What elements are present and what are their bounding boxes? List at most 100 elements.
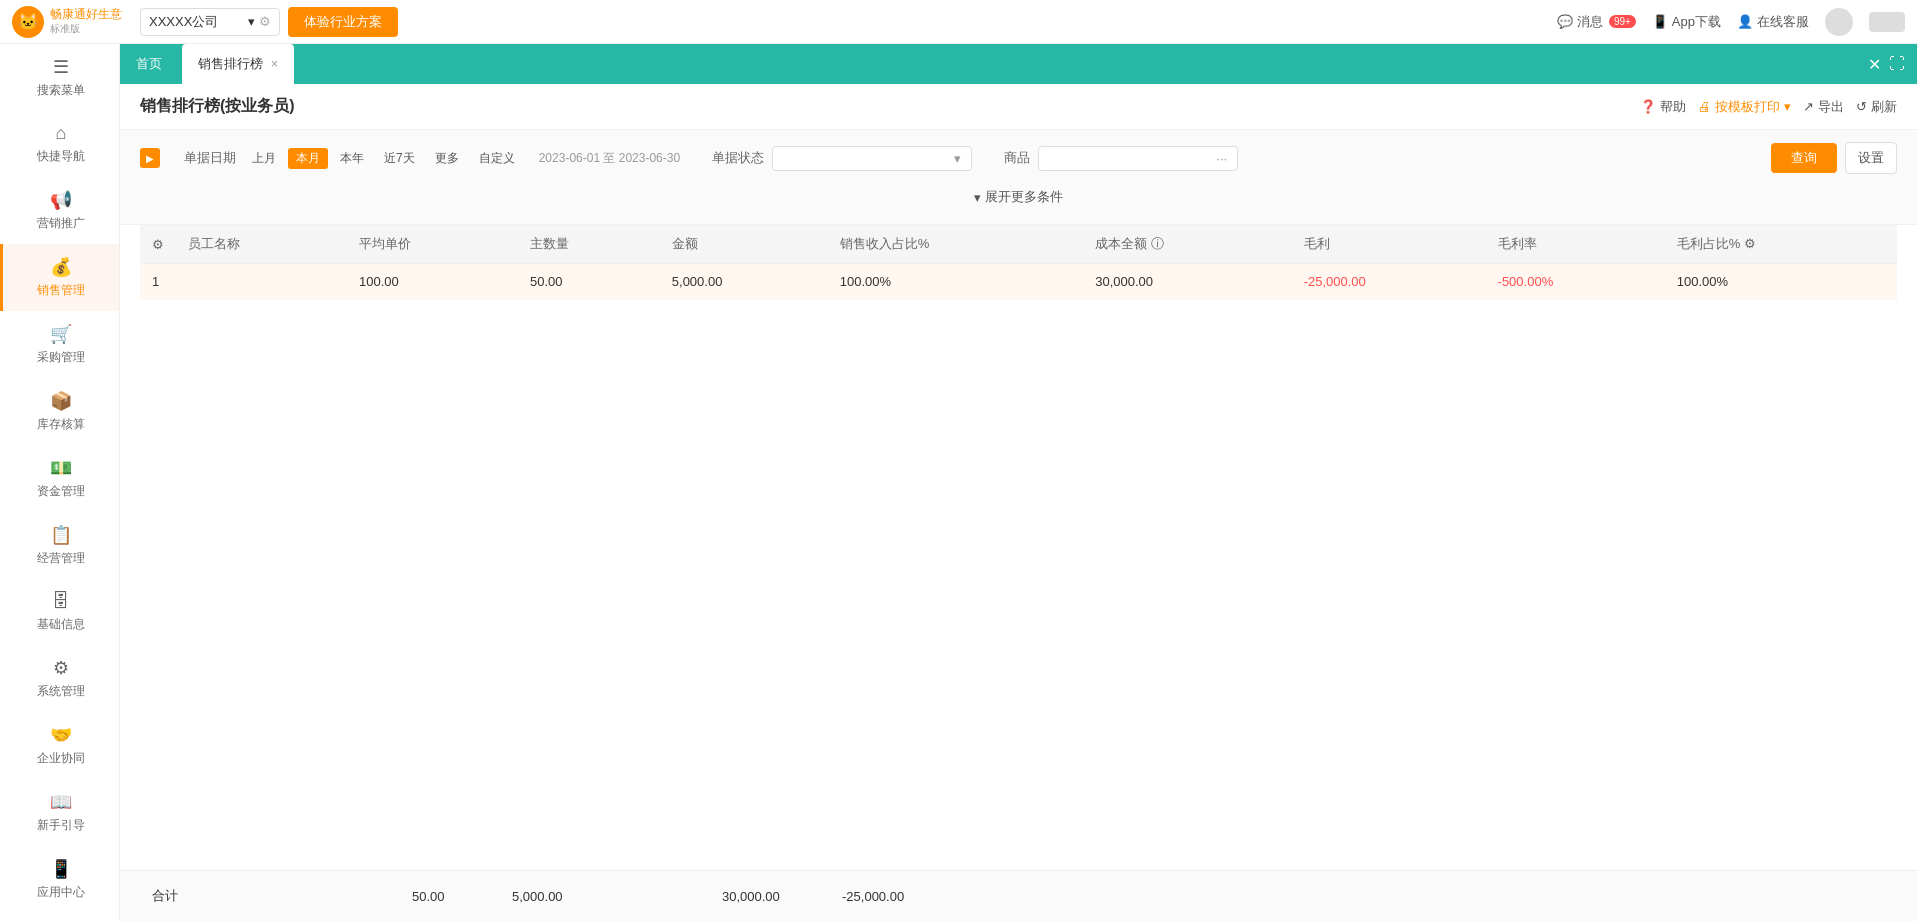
export-button[interactable]: ↗ 导出 [1803, 98, 1844, 116]
cell-sales-pct: 100.00% [828, 264, 1084, 300]
app-download-label: App下载 [1672, 13, 1721, 31]
online-service-label: 在线客服 [1757, 13, 1809, 31]
refresh-button[interactable]: ↺ 刷新 [1856, 98, 1897, 116]
col-gross: 毛利 [1292, 225, 1486, 264]
goods-select[interactable]: ··· [1038, 146, 1238, 171]
query-button[interactable]: 查询 [1771, 143, 1837, 173]
status-filter: 单据状态 ▾ [712, 146, 972, 171]
tab-bar: 首页 销售排行榜 × ✕ ⛶ [120, 44, 1917, 84]
sidebar-item-quick-nav[interactable]: ⌂ 快捷导航 [0, 111, 119, 177]
sidebar-item-purchase[interactable]: 🛒 采购管理 [0, 311, 119, 378]
col-avg-price: 平均单价 [347, 225, 518, 264]
settings-button[interactable]: 设置 [1845, 142, 1897, 174]
tab-home[interactable]: 首页 [120, 44, 178, 84]
cell-gross-pct: 100.00% [1665, 264, 1897, 300]
table-row: 1 100.00 50.00 5,000.00 100.00% 30,000.0… [140, 264, 1897, 300]
top-bar: 🐱 畅康通好生意 标准版 XXXXX公司 ▾ ⚙ 体验行业方案 💬 消息 99+… [0, 0, 1917, 44]
message-btn[interactable]: 💬 消息 99+ [1557, 13, 1636, 31]
user-name [1869, 12, 1905, 32]
footer-main-qty: 50.00 [400, 883, 500, 910]
logo-sub: 标准版 [50, 22, 122, 36]
service-icon: 👤 [1737, 14, 1753, 29]
page-content: 销售排行榜(按业务员) ❓ 帮助 🖨 按模板打印 ▾ ↗ 导出 [120, 84, 1917, 921]
purchase-icon: 🛒 [50, 323, 72, 345]
cell-employee [176, 264, 347, 300]
footer-cost: 30,000.00 [710, 883, 830, 910]
date-range-display: 2023-06-01 至 2023-06-30 [539, 150, 680, 167]
sidebar-label-inventory: 库存核算 [37, 416, 85, 433]
date-tab-last-month[interactable]: 上月 [244, 148, 284, 169]
filter-row-1: ▶ 单据日期 上月 本月 本年 近7天 更多 自定义 [140, 142, 1897, 174]
print-icon: 🖨 [1698, 99, 1711, 114]
sidebar-item-weixin[interactable]: 💬 企业微信 [0, 913, 119, 921]
filter-collapse-btn[interactable]: ▶ [140, 148, 160, 168]
cell-cost: 30,000.00 [1083, 264, 1291, 300]
app-icon: 📱 [1652, 14, 1668, 29]
date-tab-this-year[interactable]: 本年 [332, 148, 372, 169]
settings-icon[interactable]: ⚙ [259, 14, 271, 29]
table-footer: 合计 50.00 5,000.00 30,000.00 -25,000.00 [120, 870, 1917, 921]
sidebar-label-finance: 资金管理 [37, 483, 85, 500]
company-selector[interactable]: XXXXX公司 ▾ ⚙ [140, 8, 280, 36]
home-icon: ⌂ [56, 123, 67, 144]
refresh-icon: ↺ [1856, 99, 1867, 114]
sidebar-label-system: 系统管理 [37, 683, 85, 700]
col-main-qty: 主数量 [518, 225, 660, 264]
sidebar-label-quick-nav: 快捷导航 [37, 148, 85, 165]
col-cost: 成本全额 ⓘ [1083, 225, 1291, 264]
sidebar-item-basic-info[interactable]: 🗄 基础信息 [0, 579, 119, 645]
sidebar-item-marketing[interactable]: 📢 营销推广 [0, 177, 119, 244]
tab-right-controls: ✕ ⛶ [1868, 55, 1917, 74]
avatar[interactable] [1825, 8, 1853, 36]
col-amount: 金额 [660, 225, 828, 264]
sidebar-label-sales: 销售管理 [37, 282, 85, 299]
enterprise-icon: 🤝 [50, 724, 72, 746]
table-container: ⚙ 员工名称 平均单价 主数量 金额 销售收入占比% 成本全额 ⓘ 毛利 毛利率… [120, 225, 1917, 870]
sidebar: ☰ 搜索菜单 ⌂ 快捷导航 📢 营销推广 💰 销售管理 🛒 采购管理 📦 库存核… [0, 44, 120, 921]
search-menu-icon: ☰ [53, 56, 69, 78]
message-badge: 99+ [1609, 15, 1636, 28]
tab-close-icon[interactable]: × [271, 57, 278, 71]
expand-more-btn[interactable]: ▾ 展开更多条件 [974, 182, 1063, 212]
help-icon: ❓ [1640, 99, 1656, 114]
footer-total-row: 合计 50.00 5,000.00 30,000.00 -25,000.00 [140, 881, 1897, 911]
sidebar-item-sales[interactable]: 💰 销售管理 [0, 244, 119, 311]
logo-icon: 🐱 [12, 6, 44, 38]
table-header-row: ⚙ 员工名称 平均单价 主数量 金额 销售收入占比% 成本全额 ⓘ 毛利 毛利率… [140, 225, 1897, 264]
operations-icon: 📋 [50, 524, 72, 546]
tab-sales-ranking[interactable]: 销售排行榜 × [182, 44, 294, 84]
cell-avg-price: 100.00 [347, 264, 518, 300]
trial-button[interactable]: 体验行业方案 [288, 7, 398, 37]
expand-icon: ▾ [974, 190, 981, 205]
message-icon: 💬 [1557, 14, 1573, 29]
footer-amount: 5,000.00 [500, 883, 600, 910]
tab-fullscreen-icon[interactable]: ⛶ [1889, 55, 1905, 74]
sidebar-item-finance[interactable]: 💵 资金管理 [0, 445, 119, 512]
sidebar-item-enterprise[interactable]: 🤝 企业协同 [0, 712, 119, 779]
sidebar-label-apps: 应用中心 [37, 884, 85, 901]
sidebar-label-operations: 经营管理 [37, 550, 85, 567]
sidebar-item-operations[interactable]: 📋 经营管理 [0, 512, 119, 579]
col-settings[interactable]: ⚙ [140, 225, 176, 264]
logo: 🐱 畅康通好生意 标准版 [12, 6, 132, 38]
status-select[interactable]: ▾ [772, 146, 972, 171]
status-dropdown-icon: ▾ [954, 151, 961, 166]
print-button[interactable]: 🖨 按模板打印 ▾ [1698, 98, 1791, 116]
inventory-icon: 📦 [50, 390, 72, 412]
tab-minimize-icon[interactable]: ✕ [1868, 55, 1881, 74]
content-area: 首页 销售排行榜 × ✕ ⛶ 销售排行榜(按业务员) ❓ 帮助 [120, 44, 1917, 921]
sidebar-item-system[interactable]: ⚙ 系统管理 [0, 645, 119, 712]
help-button[interactable]: ❓ 帮助 [1640, 98, 1686, 116]
guide-icon: 📖 [50, 791, 72, 813]
app-download-btn[interactable]: 📱 App下载 [1652, 13, 1721, 31]
sidebar-item-inventory[interactable]: 📦 库存核算 [0, 378, 119, 445]
date-tab-more[interactable]: 更多 [427, 148, 467, 169]
date-tab-this-month[interactable]: 本月 [288, 148, 328, 169]
online-service-btn[interactable]: 👤 在线客服 [1737, 13, 1809, 31]
date-tab-7days[interactable]: 近7天 [376, 148, 423, 169]
sidebar-item-search[interactable]: ☰ 搜索菜单 [0, 44, 119, 111]
col-employee: 员工名称 [176, 225, 347, 264]
date-tab-custom[interactable]: 自定义 [471, 148, 523, 169]
sidebar-item-guide[interactable]: 📖 新手引导 [0, 779, 119, 846]
sidebar-item-apps[interactable]: 📱 应用中心 [0, 846, 119, 913]
